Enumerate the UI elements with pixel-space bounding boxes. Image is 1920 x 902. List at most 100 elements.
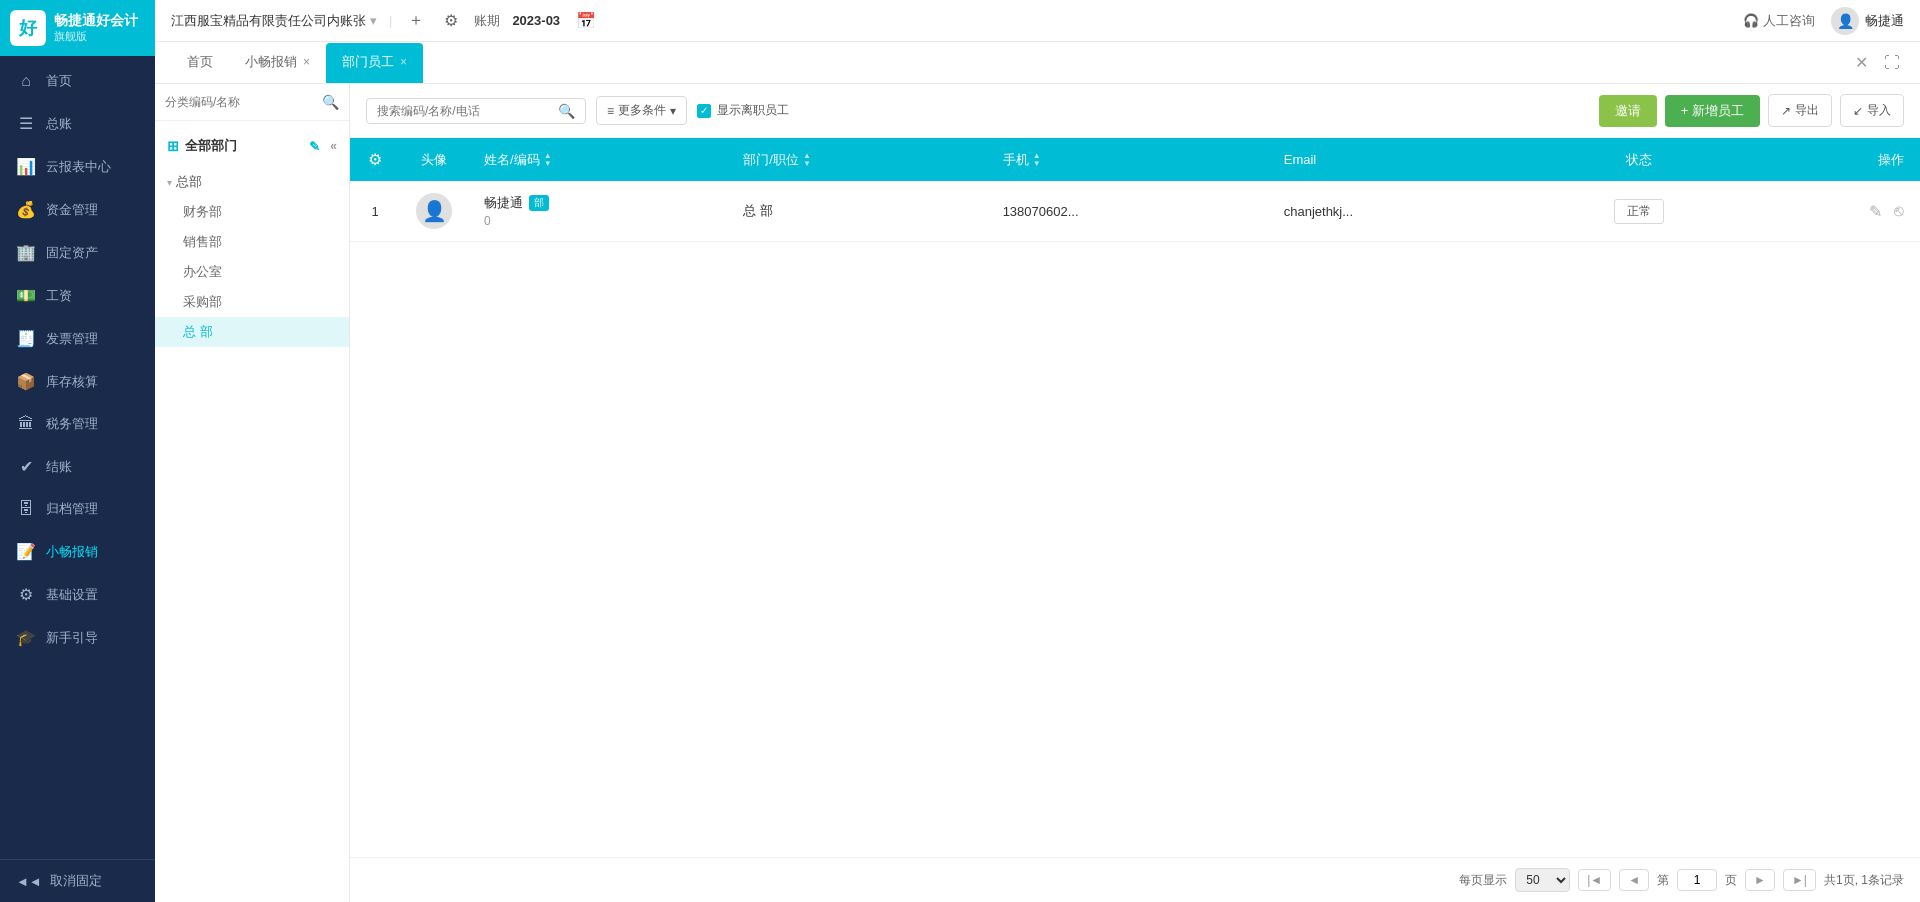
sidebar-item-checkout[interactable]: ✔ 结账	[0, 445, 155, 488]
dept-child-procurement[interactable]: 采购部	[155, 287, 349, 317]
row-phone: 138070602...	[987, 181, 1268, 242]
col-email: Email	[1268, 138, 1532, 181]
assets-mgmt-icon: 💰	[16, 200, 36, 219]
page-last-button[interactable]: ►|	[1783, 869, 1816, 891]
dept-edit-icon[interactable]: ✎	[309, 139, 320, 154]
sidebar-nav: ⌂ 首页 ☰ 总账 📊 云报表中心 💰 资金管理 🏢 固定资产 💵 工资 🧾 发…	[0, 56, 155, 859]
page-prev-button[interactable]: ◄	[1619, 869, 1649, 891]
sidebar-item-ledger[interactable]: ☰ 总账	[0, 102, 155, 145]
invite-button[interactable]: 邀请	[1599, 95, 1657, 127]
column-settings-button[interactable]: ⚙	[368, 150, 382, 169]
sidebar-item-guide[interactable]: 🎓 新手引导	[0, 616, 155, 659]
dept-child-finance[interactable]: 财务部	[155, 197, 349, 227]
dept-child-office[interactable]: 办公室	[155, 257, 349, 287]
import-button[interactable]: ↙ 导入	[1840, 94, 1904, 127]
guide-icon: 🎓	[16, 628, 36, 647]
row-actions: ✎ ⎋	[1745, 181, 1920, 242]
sidebar-item-fixed-assets[interactable]: 🏢 固定资产	[0, 231, 155, 274]
tab-dept-staff-close[interactable]: ×	[400, 55, 407, 69]
sidebar-item-archive[interactable]: 🗄 归档管理	[0, 488, 155, 530]
user-info[interactable]: 👤 畅捷通	[1831, 7, 1904, 35]
tab-home[interactable]: 首页	[171, 43, 229, 83]
dept-child-sales[interactable]: 销售部	[155, 227, 349, 257]
filter-dropdown-icon: ▾	[670, 104, 676, 118]
dept-child-general[interactable]: 总 部	[155, 317, 349, 347]
tab-bar-actions: ✕ ⛶	[1851, 49, 1904, 76]
pin-icon: ◄◄	[16, 874, 42, 889]
page-input[interactable]	[1677, 869, 1717, 891]
add-account-button[interactable]: ＋	[404, 6, 428, 35]
employee-search-icon[interactable]: 🔍	[558, 103, 575, 119]
sidebar-item-reports[interactable]: 📊 云报表中心	[0, 145, 155, 188]
settings-header-button[interactable]: ⚙	[440, 7, 462, 34]
employee-search-input[interactable]	[377, 104, 552, 118]
avatar-circle: 👤	[416, 193, 452, 229]
toolbar: 🔍 ≡ 更多条件 ▾ ✓ 显示离职员工 邀请 + 新增员工 ↗ 导出	[350, 84, 1920, 138]
support-button[interactable]: 🎧 人工咨询	[1743, 12, 1815, 30]
tab-maximize-button[interactable]: ⛶	[1880, 49, 1904, 76]
sidebar-item-inventory[interactable]: 📦 库存核算	[0, 360, 155, 403]
left-panel: 🔍 ⊞ 全部部门 ✎ « ▾ 总部 财务部	[155, 84, 350, 902]
filter-icon: ≡	[607, 104, 614, 118]
sidebar-item-invoice[interactable]: 🧾 发票管理	[0, 317, 155, 360]
calendar-icon[interactable]: 📅	[572, 7, 600, 34]
col-dept-position[interactable]: 部门/职位 ▲▼	[727, 138, 986, 181]
dept-sort-arrows: ▲▼	[803, 152, 811, 168]
col-name-code[interactable]: 姓名/编码 ▲▼	[468, 138, 727, 181]
inventory-icon: 📦	[16, 372, 36, 391]
pin-toggle[interactable]: ◄◄ 取消固定	[0, 859, 155, 902]
company-name[interactable]: 江西服宝精品有限责任公司内账张 ▾	[171, 12, 377, 30]
dept-parent-headquarters[interactable]: ▾ 总部	[155, 167, 349, 197]
pagination: 每页显示 50 100 |◄ ◄ 第 页 ► ►| 共1页, 1条记录	[350, 857, 1920, 902]
sidebar-item-tax[interactable]: 🏛 税务管理	[0, 403, 155, 445]
sidebar-item-home[interactable]: ⌂ 首页	[0, 60, 155, 102]
tab-expense[interactable]: 小畅报销 ×	[229, 43, 326, 83]
company-dropdown-icon: ▾	[370, 13, 377, 28]
dept-all-item[interactable]: ⊞ 全部部门 ✎ «	[155, 129, 349, 163]
sidebar-item-settings[interactable]: ⚙ 基础设置	[0, 573, 155, 616]
toolbar-right: 邀请 + 新增员工 ↗ 导出 ↙ 导入	[1599, 94, 1904, 127]
sidebar-item-assets-mgmt[interactable]: 💰 资金管理	[0, 188, 155, 231]
name-sort-arrows: ▲▼	[544, 152, 552, 168]
dept-search-icon[interactable]: 🔍	[322, 94, 339, 110]
dept-list: ⊞ 全部部门 ✎ « ▾ 总部 财务部 销售部	[155, 121, 349, 902]
col-phone[interactable]: 手机 ▲▼	[987, 138, 1268, 181]
ledger-icon: ☰	[16, 114, 36, 133]
sidebar: 好 畅捷通好会计 旗舰版 ⌂ 首页 ☰ 总账 📊 云报表中心 💰 资金管理 🏢 …	[0, 0, 155, 902]
logout-action-icon[interactable]: ⎋	[1894, 202, 1904, 220]
filter-button[interactable]: ≡ 更多条件 ▾	[596, 96, 687, 125]
top-header: 江西服宝精品有限责任公司内账张 ▾ | ＋ ⚙ 账期 2023-03 📅 🎧 人…	[155, 0, 1920, 42]
header-right: 🎧 人工咨询 👤 畅捷通	[1743, 7, 1904, 35]
tab-expense-close[interactable]: ×	[303, 55, 310, 69]
show-resigned-toggle[interactable]: ✓ 显示离职员工	[697, 102, 789, 119]
employee-table: ⚙ 头像 姓名/编码 ▲▼	[350, 138, 1920, 242]
page-size-select[interactable]: 50 100	[1515, 868, 1570, 892]
tab-dept-staff[interactable]: 部门员工 ×	[326, 43, 423, 83]
fixed-assets-icon: 🏢	[16, 243, 36, 262]
dept-search-bar: 🔍	[155, 84, 349, 121]
archive-icon: 🗄	[16, 500, 36, 518]
edit-action-icon[interactable]: ✎	[1869, 202, 1882, 221]
page-next-button[interactable]: ►	[1745, 869, 1775, 891]
dept-collapse-icon[interactable]: «	[330, 139, 337, 153]
resigned-checkbox[interactable]: ✓	[697, 104, 711, 118]
dept-arrow-icon: ▾	[167, 177, 172, 188]
page-first-button[interactable]: |◄	[1578, 869, 1611, 891]
tab-close-window-button[interactable]: ✕	[1851, 49, 1872, 76]
col-status: 状态	[1532, 138, 1746, 181]
logo-icon: 好	[10, 10, 46, 46]
dept-badge: 部	[529, 195, 549, 211]
sidebar-item-expense[interactable]: 📝 小畅报销	[0, 530, 155, 573]
add-employee-button[interactable]: + 新增员工	[1665, 95, 1760, 127]
dept-search-input[interactable]	[165, 95, 322, 109]
user-avatar: 👤	[1831, 7, 1859, 35]
phone-sort-arrows: ▲▼	[1033, 152, 1041, 168]
employee-table-wrap: ⚙ 头像 姓名/编码 ▲▼	[350, 138, 1920, 857]
export-icon: ↗	[1781, 104, 1791, 118]
tax-icon: 🏛	[16, 415, 36, 433]
sidebar-item-salary[interactable]: 💵 工资	[0, 274, 155, 317]
tab-bar: 首页 小畅报销 × 部门员工 × ✕ ⛶	[155, 42, 1920, 84]
headset-icon: 🎧	[1743, 13, 1759, 28]
invoice-icon: 🧾	[16, 329, 36, 348]
export-button[interactable]: ↗ 导出	[1768, 94, 1832, 127]
